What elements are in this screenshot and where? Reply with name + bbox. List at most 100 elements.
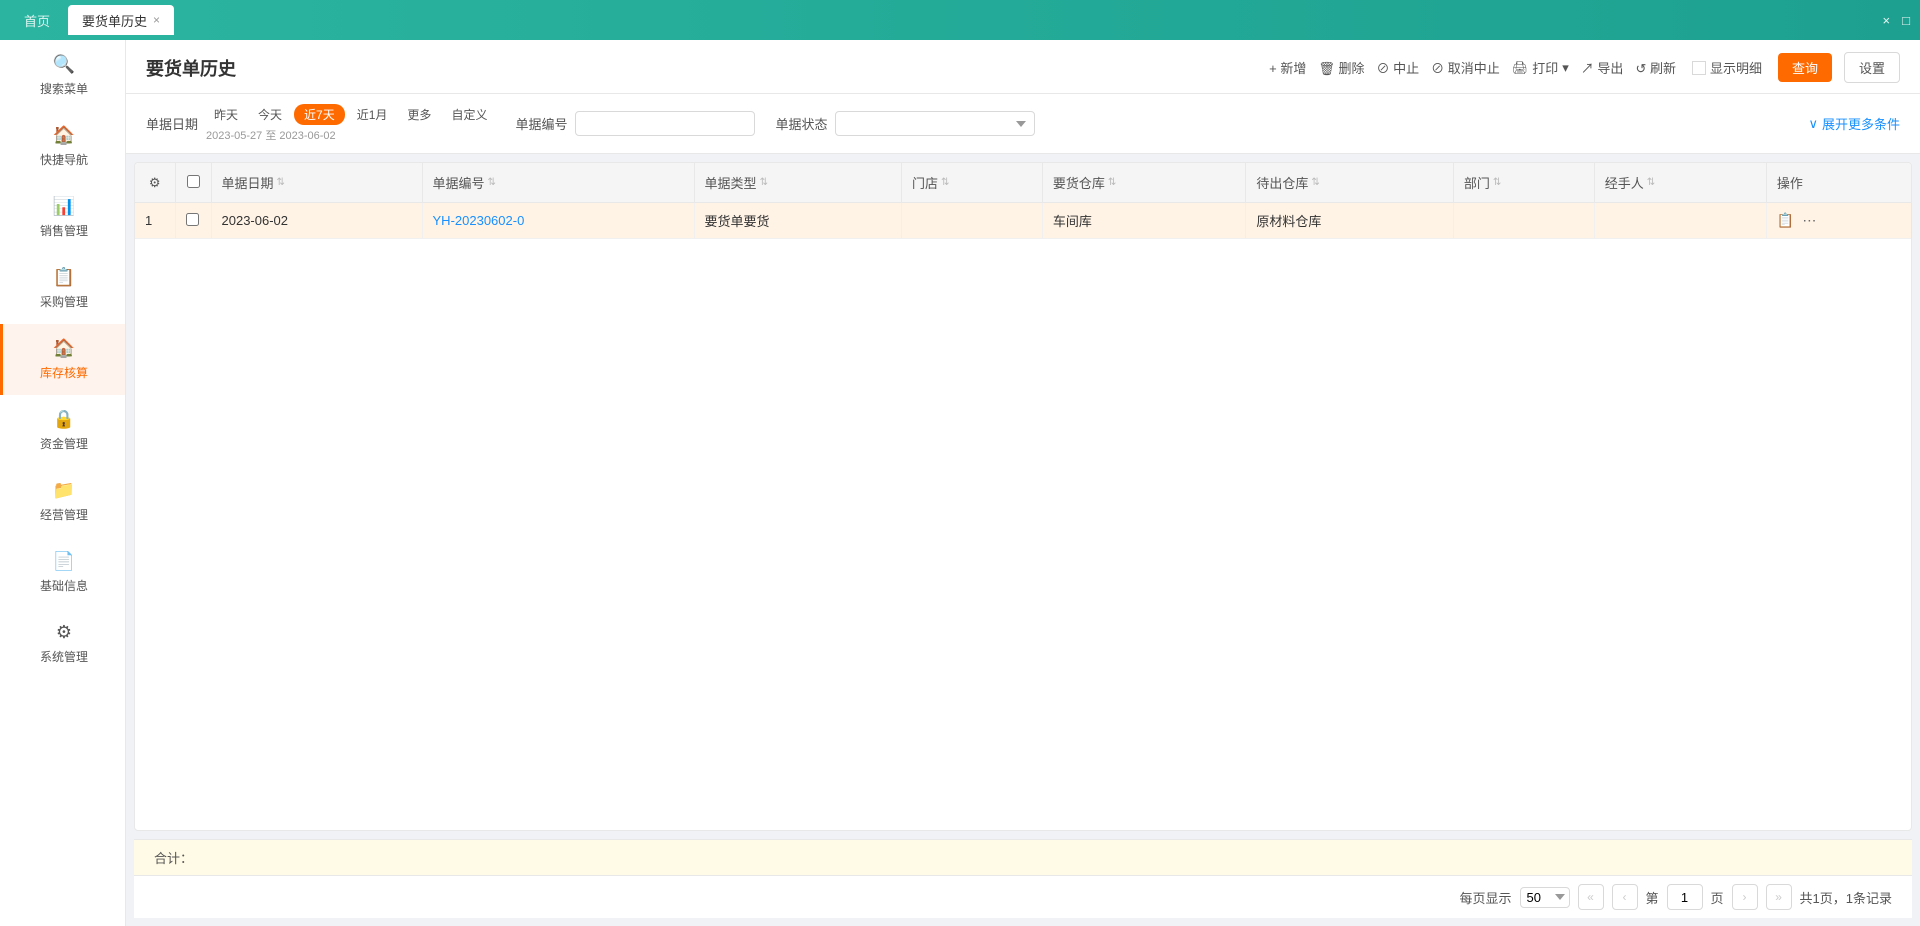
first-page-btn[interactable]: « [1578, 884, 1604, 910]
page-size-label: 每页显示 [1459, 888, 1511, 907]
th-settings[interactable]: ⚙ [135, 163, 175, 203]
sidebar-item-basic-info[interactable]: 📄 基础信息 [0, 537, 125, 608]
td-actions: 📋 ⋯ [1766, 203, 1911, 239]
sort-department-icon[interactable]: ⇅ [1493, 177, 1501, 188]
sales-mgmt-icon: 📊 [53, 196, 75, 217]
sort-doc-no-icon[interactable]: ⇅ [488, 177, 496, 188]
td-date: 2023-06-02 [211, 203, 422, 239]
stop-button[interactable]: ⊘ 中止 [1377, 58, 1420, 77]
prev-page-btn[interactable]: ‹ [1612, 884, 1638, 910]
close-tab-icon[interactable]: × [153, 13, 160, 27]
footer-bar: 合计： [134, 839, 1912, 875]
date-chip-custom[interactable]: 自定义 [443, 104, 495, 125]
sidebar-label-sales-mgmt: 销售管理 [40, 222, 88, 239]
sidebar-label-quick-nav: 快捷导航 [40, 151, 88, 168]
doc-no-filter-group: 单据编号 [515, 111, 755, 136]
th-req-warehouse: 要货仓库 ⇅ [1042, 163, 1246, 203]
date-chip-yesterday[interactable]: 昨天 [206, 104, 246, 125]
sidebar-item-quick-nav[interactable]: 🏠 快捷导航 [0, 111, 125, 182]
table-header-row: ⚙ 单据日期 ⇅ 单据编号 [135, 163, 1911, 203]
sidebar-item-system-mgmt[interactable]: ⚙ 系统管理 [0, 608, 125, 679]
th-department-label: 部门 [1464, 173, 1490, 192]
query-button[interactable]: 查询 [1778, 53, 1832, 82]
date-chips: 昨天 今天 近7天 近1月 更多 自定义 [206, 104, 495, 125]
select-all-checkbox[interactable] [187, 175, 200, 188]
th-date-label: 单据日期 [222, 173, 274, 192]
last-page-btn[interactable]: » [1766, 884, 1792, 910]
sidebar-label-inventory-calc: 库存核算 [40, 364, 88, 381]
expand-more-btn[interactable]: ∨ 展开更多条件 [1808, 114, 1900, 133]
th-doc-type: 单据类型 ⇅ [694, 163, 901, 203]
export-button[interactable]: ↗ 导出 [1581, 58, 1624, 77]
sidebar-item-operations-mgmt[interactable]: 📁 经营管理 [0, 466, 125, 537]
filter-bar: 单据日期 昨天 今天 近7天 近1月 更多 自定义 2023-05-27 至 2… [126, 94, 1920, 154]
th-store-label: 门店 [912, 173, 938, 192]
status-select[interactable] [835, 111, 1035, 136]
sidebar-label-basic-info: 基础信息 [40, 577, 88, 594]
window-close-btn[interactable]: × [1883, 13, 1891, 28]
sort-store-icon[interactable]: ⇅ [941, 177, 949, 188]
row-checkbox[interactable] [186, 213, 199, 226]
cancel-stop-button[interactable]: ⊘ 取消中止 [1431, 58, 1500, 77]
display-cells-toggle[interactable]: 显示明细 [1688, 58, 1766, 77]
current-page-input[interactable] [1667, 884, 1703, 910]
th-store: 门店 ⇅ [901, 163, 1042, 203]
basic-info-icon: 📄 [53, 551, 75, 572]
date-chip-today[interactable]: 今天 [250, 104, 290, 125]
doc-no-input[interactable] [575, 111, 755, 136]
more-action-btn[interactable]: ⋯ [1802, 212, 1816, 229]
th-handler: 经手人 ⇅ [1594, 163, 1766, 203]
settings-button[interactable]: 设置 [1844, 52, 1900, 83]
search-menu-icon: 🔍 [53, 54, 75, 75]
sort-date-icon[interactable]: ⇅ [277, 177, 285, 188]
td-doc-no: YH-20230602-0 [422, 203, 694, 239]
finance-mgmt-icon: 🔒 [53, 409, 75, 430]
sidebar-label-finance-mgmt: 资金管理 [40, 435, 88, 452]
window-maximize-btn[interactable]: □ [1902, 13, 1910, 28]
sort-doc-type-icon[interactable]: ⇅ [760, 177, 768, 188]
display-cells-checkbox[interactable] [1692, 61, 1706, 75]
doc-no-link[interactable]: YH-20230602-0 [433, 213, 525, 228]
print-label: 打印 [1532, 58, 1558, 77]
td-checkbox [175, 203, 211, 239]
date-chip-last1month[interactable]: 近1月 [349, 104, 396, 125]
date-range-text: 2023-05-27 至 2023-06-02 [206, 127, 495, 143]
sidebar-item-search-menu[interactable]: 🔍 搜索菜单 [0, 40, 125, 111]
view-action-btn[interactable]: 📋 [1777, 212, 1794, 229]
sort-pending-warehouse-icon[interactable]: ⇅ [1311, 177, 1319, 188]
sidebar-item-finance-mgmt[interactable]: 🔒 资金管理 [0, 395, 125, 466]
print-dropdown-icon: ▾ [1562, 60, 1569, 76]
inventory-calc-icon: 🏠 [53, 338, 75, 359]
delete-button[interactable]: 🗑 删除 [1318, 58, 1364, 77]
new-button[interactable]: + 新增 [1269, 58, 1306, 77]
content-area: 要货单历史 + 新增 🗑 删除 ⊘ 中止 ⊘ 取消中止 🖨 打印 ▾ ↗ 导出 … [126, 40, 1920, 926]
table-container: ⚙ 单据日期 ⇅ 单据编号 [134, 162, 1912, 831]
date-chip-last7days[interactable]: 近7天 [294, 104, 345, 125]
action-btns: 📋 ⋯ [1777, 212, 1901, 229]
sidebar-item-purchase-mgmt[interactable]: 📋 采购管理 [0, 253, 125, 324]
top-bar-right: × □ [1883, 13, 1910, 28]
th-doc-no: 单据编号 ⇅ [422, 163, 694, 203]
tab-requisition-history[interactable]: 要货单历史 × [68, 5, 174, 35]
sidebar-item-sales-mgmt[interactable]: 📊 销售管理 [0, 182, 125, 253]
tab-home[interactable]: 首页 [10, 5, 64, 35]
display-cells-label: 显示明细 [1710, 58, 1762, 77]
operations-mgmt-icon: 📁 [53, 480, 75, 501]
print-button[interactable]: 🖨 打印 ▾ [1512, 58, 1569, 77]
td-handler [1594, 203, 1766, 239]
td-req-warehouse: 车间库 [1042, 203, 1246, 239]
sidebar-item-inventory-calc[interactable]: 🏠 库存核算 [0, 324, 125, 395]
toolbar: + 新增 🗑 删除 ⊘ 中止 ⊘ 取消中止 🖨 打印 ▾ ↗ 导出 ↺ 刷新 显… [1269, 52, 1900, 83]
th-actions-label: 操作 [1777, 176, 1803, 191]
total-info: 共1页，1条记录 [1800, 888, 1892, 907]
page-title: 要货单历史 [146, 55, 236, 81]
th-handler-label: 经手人 [1605, 173, 1644, 192]
sort-handler-icon[interactable]: ⇅ [1647, 177, 1655, 188]
td-department [1453, 203, 1594, 239]
date-chip-more[interactable]: 更多 [399, 104, 439, 125]
next-page-btn[interactable]: › [1732, 884, 1758, 910]
page-size-select[interactable]: 50 20 100 [1520, 887, 1570, 908]
refresh-button[interactable]: ↺ 刷新 [1635, 58, 1676, 77]
page-label: 第 [1646, 888, 1659, 907]
sort-req-warehouse-icon[interactable]: ⇅ [1108, 177, 1116, 188]
